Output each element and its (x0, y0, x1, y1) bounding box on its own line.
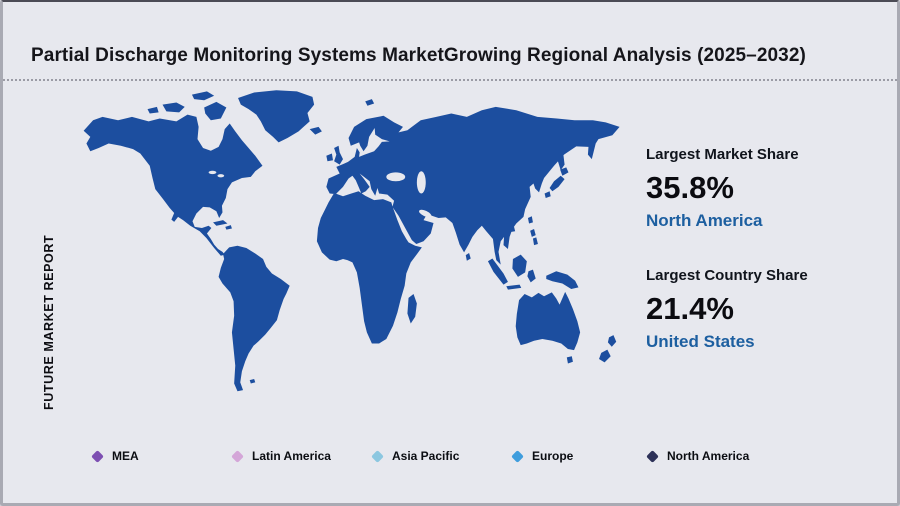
legend-item-europe: Europe (511, 448, 574, 464)
page-title: Partial Discharge Monitoring Systems Mar… (31, 45, 806, 66)
stat-region: United States (646, 332, 755, 351)
continents-landmass (83, 90, 620, 392)
legend-label: North America (667, 449, 750, 463)
stat-largest-country-share: Largest Country Share 21.4% United State… (646, 267, 896, 352)
stat-largest-market-share: Largest Market Share 35.8% North America (646, 146, 896, 231)
legend-item-latin-america: Latin America (231, 448, 331, 464)
stat-label: Largest Country Share (646, 267, 808, 284)
legend-dot (91, 449, 104, 463)
legend-label: MEA (112, 449, 139, 463)
stat-label: Largest Market Share (646, 146, 799, 163)
legend-label: Asia Pacific (392, 449, 460, 463)
stat-region: North America (646, 211, 763, 230)
legend-item-mea: MEA (91, 448, 139, 464)
stat-value: 21.4% (646, 291, 734, 326)
infographic-frame: Partial Discharge Monitoring Systems Mar… (0, 0, 900, 506)
title-banner: Partial Discharge Monitoring Systems Mar… (3, 2, 897, 81)
legend-item-north-america: North America (646, 448, 750, 464)
brand-watermark: FUTURE MARKET REPORT (42, 234, 56, 410)
legend-dot (511, 449, 524, 463)
legend-label: Latin America (252, 449, 331, 463)
legend-dot (646, 449, 659, 463)
world-map (83, 90, 620, 392)
legend-item-asia-pacific: Asia Pacific (371, 448, 460, 464)
stat-value: 35.8% (646, 170, 734, 205)
legend-label: Europe (532, 449, 574, 463)
legend-dot (371, 449, 384, 463)
legend-dot (231, 449, 244, 463)
